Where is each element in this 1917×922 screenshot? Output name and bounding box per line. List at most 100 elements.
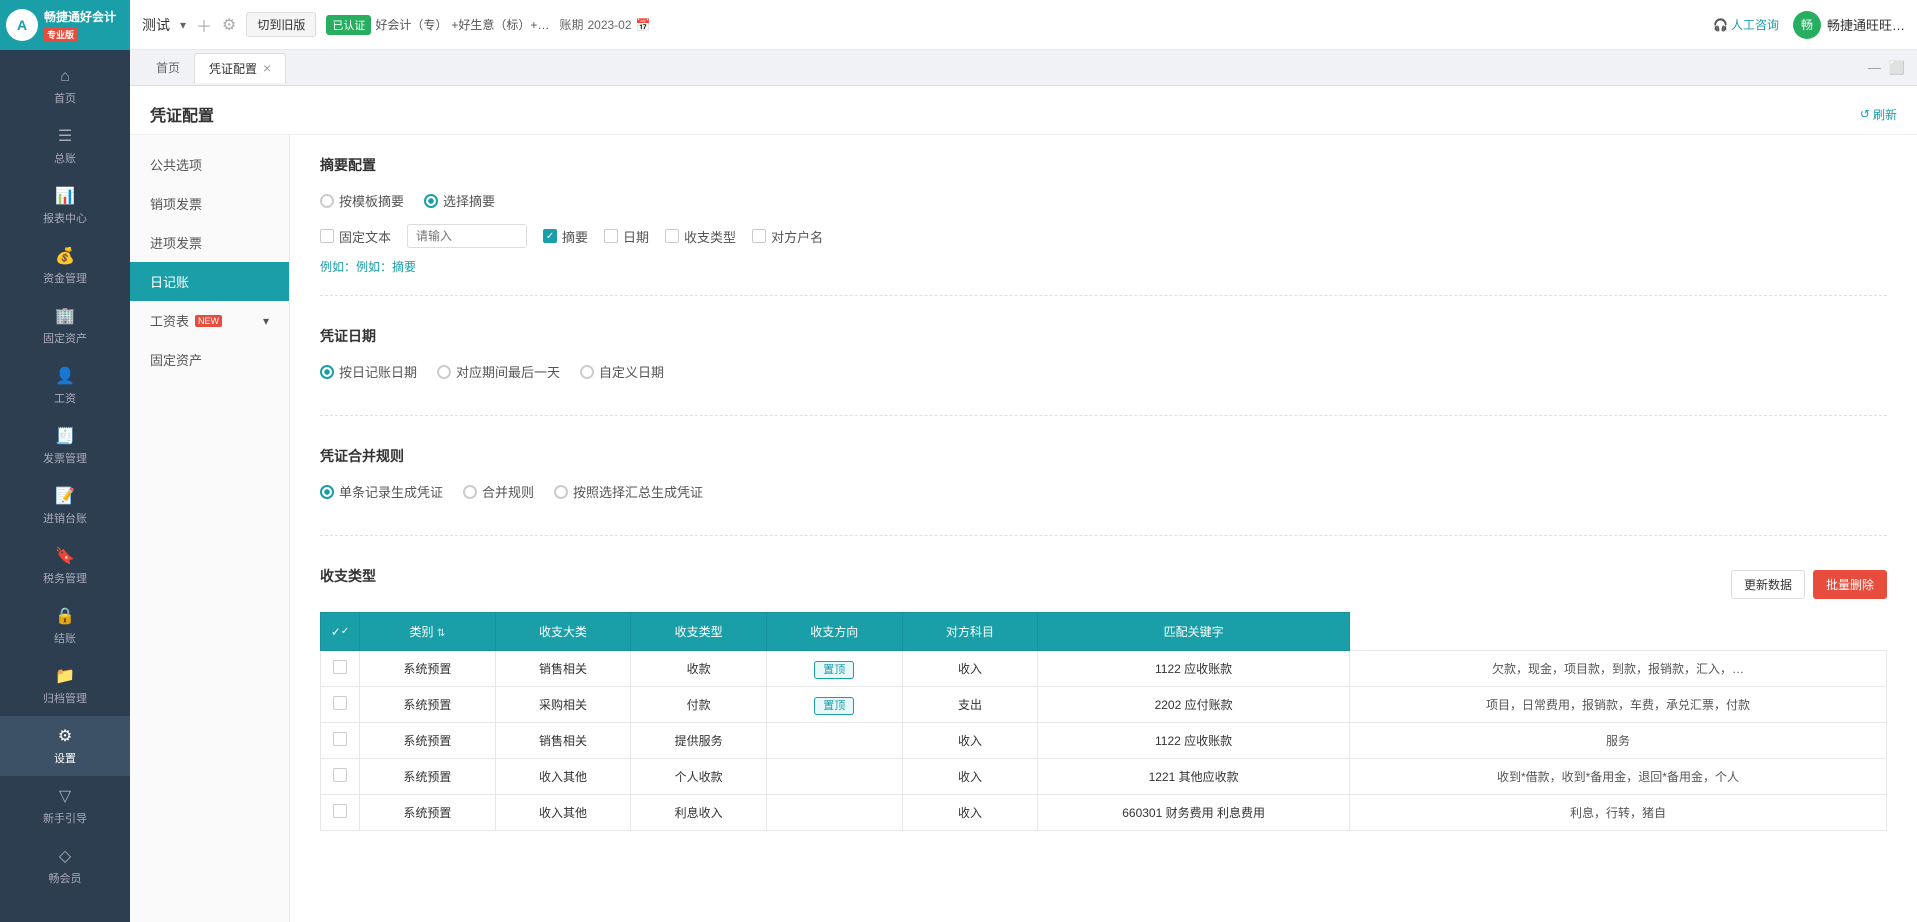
td-keywords: 收到*借款，收到*备用金，退回*备用金，个人	[1349, 759, 1886, 795]
archive-icon: 📁	[55, 666, 75, 686]
sidebar-item-assets[interactable]: 🏢 固定资产	[0, 296, 130, 356]
update-data-button[interactable]: 更新数据	[1731, 570, 1805, 599]
tab-voucher-config[interactable]: 凭证配置 ×	[194, 53, 286, 83]
checkbox-type-label: 收支类型	[684, 227, 736, 246]
sidebar-item-invoice[interactable]: 🧾 发票管理	[0, 416, 130, 476]
checkbox-summary[interactable]: 摘要	[543, 227, 588, 246]
td-checkbox[interactable]	[321, 723, 360, 759]
radio-custom-date[interactable]: 自定义日期	[580, 362, 664, 381]
row-checkbox[interactable]	[333, 768, 347, 782]
batch-delete-button[interactable]: 批量删除	[1813, 570, 1887, 599]
page-title: 凭证配置	[150, 102, 214, 126]
td-reset: 置顶	[766, 687, 902, 723]
row-checkbox[interactable]	[333, 660, 347, 674]
sidebar-item-tax[interactable]: 🔖 税务管理	[0, 536, 130, 596]
radio-circle	[320, 194, 334, 208]
radio-last-day[interactable]: 对应期间最后一天	[437, 362, 560, 381]
table-row: 系统预置 采购相关 付款 置顶 支出 2202 应付账款 项目，日常费用，报销款…	[321, 687, 1887, 723]
topbar-add[interactable]: ＋	[196, 13, 212, 37]
sidebar-item-label: 归档管理	[43, 690, 87, 706]
table-row: 系统预置 销售相关 收款 置顶 收入 1122 应收账款 欠款，现金，项目款，到…	[321, 651, 1887, 687]
radio-merge-rule[interactable]: 合并规则	[463, 482, 534, 501]
radio-template-summary[interactable]: 按模板摘要	[320, 191, 404, 210]
row-checkbox[interactable]	[333, 804, 347, 818]
reset-badge[interactable]: 置顶	[814, 697, 854, 715]
td-sub-type: 提供服务	[631, 723, 767, 759]
sidebar-item-close[interactable]: 🔒 结账	[0, 596, 130, 656]
sidebar-item-guide[interactable]: ▽ 新手引导	[0, 776, 130, 836]
tab-close-button[interactable]: ×	[263, 60, 271, 76]
td-checkbox[interactable]	[321, 687, 360, 723]
sub-nav-item-salary[interactable]: 工资表 NEW ▾	[130, 301, 289, 340]
maximize-icon[interactable]: ⬜	[1889, 60, 1905, 76]
checkbox-type[interactable]: 收支类型	[665, 227, 736, 246]
sub-nav-item-purchase[interactable]: 进项发票	[130, 223, 289, 262]
tab-home[interactable]: 首页	[142, 53, 194, 82]
sub-nav-item-journal[interactable]: 日记账	[130, 262, 289, 301]
row-checkbox[interactable]	[333, 732, 347, 746]
sub-nav-label: 工资表	[150, 311, 189, 330]
topbar-settings[interactable]: ⚙	[222, 15, 236, 35]
td-sub-type: 个人收款	[631, 759, 767, 795]
sidebar-item-settings[interactable]: ⚙ 设置	[0, 716, 130, 776]
checkbox-counterpart[interactable]: 对方户名	[752, 227, 823, 246]
tax-icon: 🔖	[55, 546, 75, 566]
th-direction: 收支方向	[766, 613, 902, 651]
td-checkbox[interactable]	[321, 651, 360, 687]
table-actions: 更新数据 批量删除	[1731, 570, 1887, 599]
sidebar-item-label: 资金管理	[43, 270, 87, 286]
main-area: 测试 ▾ ＋ ⚙ 切到旧版 已认证 好会计（专） +好生意（标）+… 账期 20…	[130, 0, 1917, 922]
tabbar: 首页 凭证配置 × — ⬜	[130, 50, 1917, 86]
radio-journal-date[interactable]: 按日记账日期	[320, 362, 417, 381]
radio-journal-label: 按日记账日期	[339, 362, 417, 381]
row-checkbox[interactable]	[333, 696, 347, 710]
sub-nav-item-fixed[interactable]: 固定资产	[130, 340, 289, 379]
radio-custom-label: 自定义日期	[599, 362, 664, 381]
header-checkbox[interactable]: ✓	[333, 625, 347, 639]
refresh-icon: ↺	[1860, 107, 1870, 121]
reset-badge[interactable]: 置顶	[814, 661, 854, 679]
sidebar-item-label: 进销台账	[43, 510, 87, 526]
td-checkbox[interactable]	[321, 759, 360, 795]
tab-home-label: 首页	[156, 59, 180, 76]
radio-circle-checked	[320, 365, 334, 379]
refresh-button[interactable]: ↺ 刷新	[1860, 106, 1897, 123]
fixed-text-input[interactable]	[407, 224, 527, 248]
sidebar-item-home[interactable]: ⌂ 首页	[0, 58, 130, 116]
voucher-date-section: 凭证日期 按日记账日期 对应期间最后一天	[320, 326, 1887, 416]
checkbox-date[interactable]: 日期	[604, 227, 649, 246]
period-info: 账期 2023-02 📅	[559, 16, 650, 33]
radio-single-record[interactable]: 单条记录生成凭证	[320, 482, 443, 501]
calendar-icon[interactable]: 📅	[636, 18, 651, 32]
sidebar-item-reports[interactable]: 📊 报表中心	[0, 176, 130, 236]
sidebar-item-archive[interactable]: 📁 归档管理	[0, 656, 130, 716]
sidebar-item-ledger[interactable]: ☰ 总账	[0, 116, 130, 176]
sub-nav-item-public[interactable]: 公共选项	[130, 145, 289, 184]
sidebar-item-salary[interactable]: 👤 工资	[0, 356, 130, 416]
td-checkbox[interactable]	[321, 795, 360, 831]
example-hint: 例如：例如：摘要	[320, 258, 1887, 275]
radio-select-summary[interactable]: 选择摘要	[424, 191, 495, 210]
minimize-icon[interactable]: —	[1868, 60, 1881, 75]
home-icon: ⌂	[60, 68, 70, 86]
switch-version-button[interactable]: 切到旧版	[246, 12, 316, 37]
company-dropdown[interactable]: ▾	[180, 18, 186, 32]
radio-select-label: 选择摘要	[443, 191, 495, 210]
user-menu[interactable]: 畅 畅捷通旺旺…	[1793, 11, 1905, 39]
service-button[interactable]: 🎧 人工咨询	[1713, 16, 1779, 33]
td-account: 1122 应收账款	[1038, 723, 1350, 759]
sub-type-text: 收款	[687, 662, 711, 676]
ledger-icon: ☰	[58, 126, 72, 146]
sidebar-item-purchase[interactable]: 📝 进销台账	[0, 476, 130, 536]
business-tag: +好生意（标）+…	[451, 16, 549, 33]
td-direction: 收入	[902, 723, 1038, 759]
sort-icon[interactable]: ⇅	[437, 628, 445, 639]
checkbox-fixed-text[interactable]: 固定文本	[320, 227, 391, 246]
salary-icon: 👤	[55, 366, 75, 386]
headset-icon: 🎧	[1713, 18, 1728, 32]
sidebar-item-member[interactable]: ◇ 畅会员	[0, 836, 130, 896]
sub-nav-item-sales[interactable]: 销项发票	[130, 184, 289, 223]
radio-select-total[interactable]: 按照选择汇总生成凭证	[554, 482, 703, 501]
sidebar-item-funds[interactable]: 💰 资金管理	[0, 236, 130, 296]
funds-icon: 💰	[55, 246, 75, 266]
